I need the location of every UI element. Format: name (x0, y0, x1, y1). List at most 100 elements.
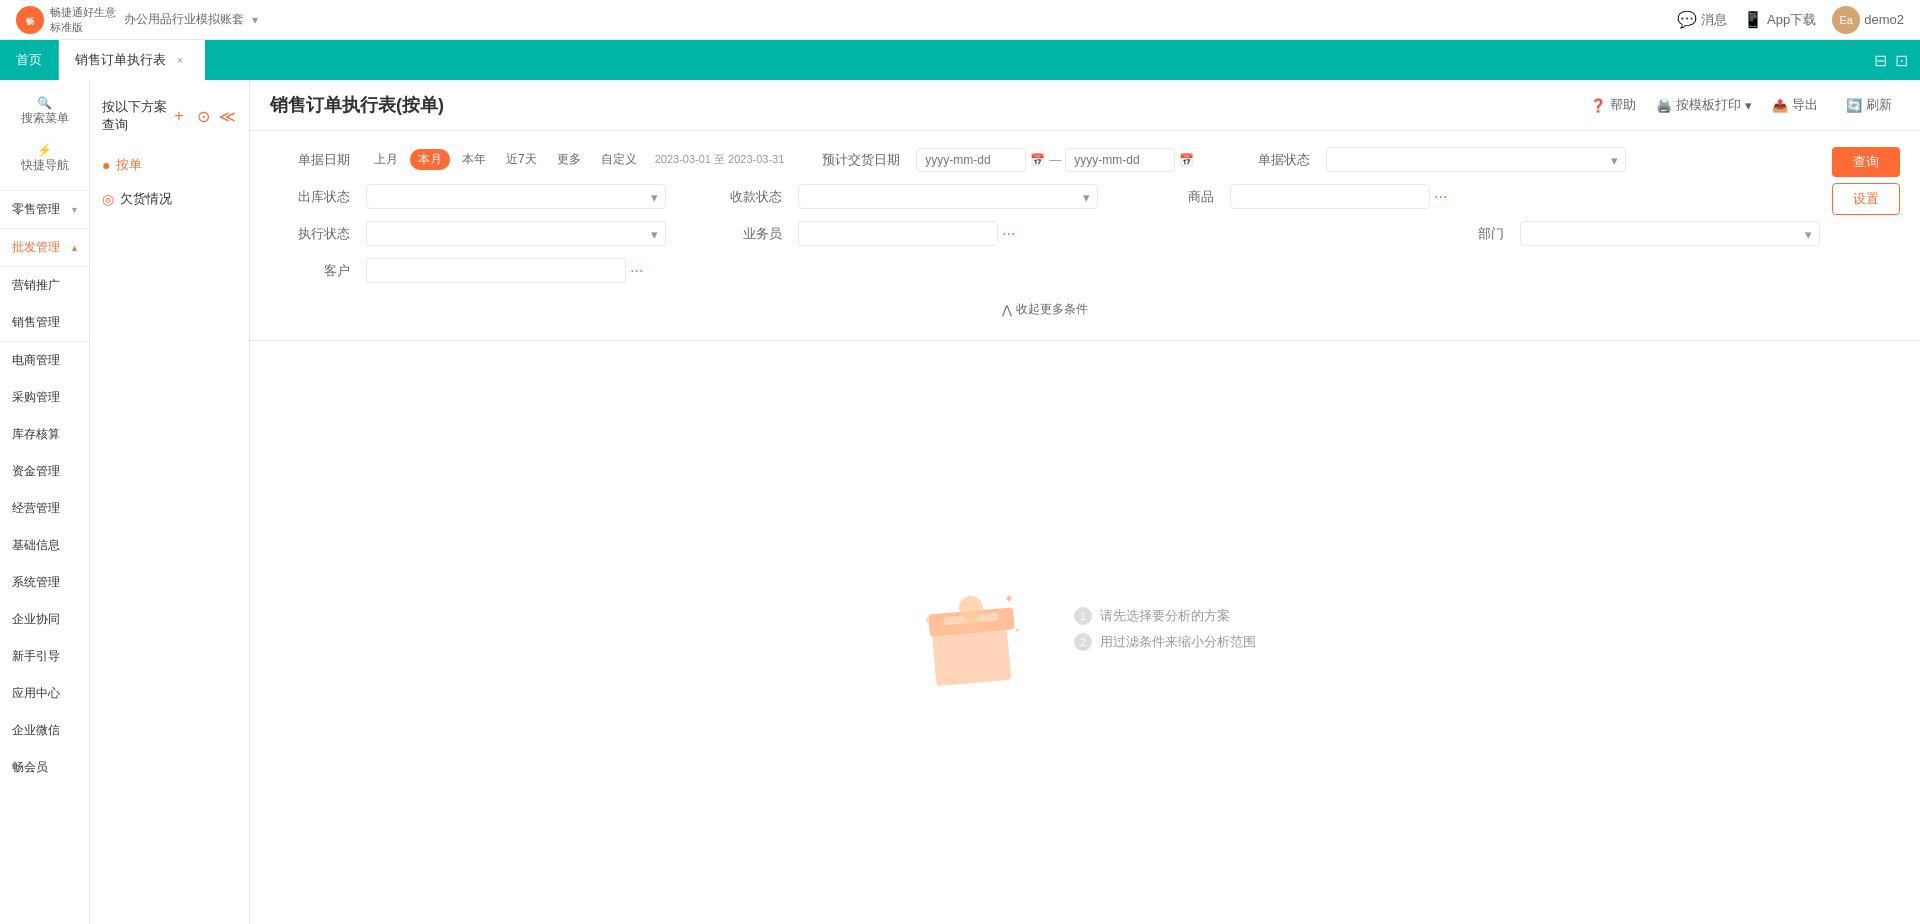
payment-status-select[interactable] (798, 184, 1098, 209)
header-right: 💬 消息 📱 App下载 Ea demo2 (1677, 6, 1904, 34)
scheme-icon-shortage: ◎ (102, 191, 114, 207)
date-range-text: 2023-03-01 至 2023-03-31 (655, 152, 785, 167)
sidebar-item-newuser[interactable]: 新手引导 (0, 638, 89, 675)
sidebar-item-enterprise[interactable]: 企业协同 (0, 601, 89, 638)
sidebar-item-sales[interactable]: 销售管理 (0, 304, 89, 341)
collapse-icon: ⋀ (1002, 303, 1012, 317)
help-icon: ❓ (1590, 98, 1606, 113)
delivery-status-wrapper (366, 184, 666, 209)
print-icon: 🖨️ (1656, 98, 1672, 113)
sidebar-item-system[interactable]: 系统管理 (0, 564, 89, 601)
hint-1: 1 请先选择要分析的方案 (1074, 607, 1256, 625)
sidebar-item-appcenter[interactable]: 应用中心 (0, 675, 89, 712)
department-label: 部门 (1424, 225, 1504, 243)
svg-text:✦: ✦ (1014, 626, 1021, 635)
goods-input[interactable] (1230, 184, 1430, 209)
empty-state: ✦ ✦ ✦ 1 请先选择要分析的 (914, 573, 1256, 693)
collapse-row: ⋀ 收起更多条件 (270, 295, 1820, 324)
right-content: 销售订单执行表(按单) ❓ 帮助 🖨️ 按模板打印 ▾ 📤 (250, 80, 1920, 924)
scheme-item-order[interactable]: ● 按单 (90, 148, 249, 182)
customer-input[interactable] (366, 258, 626, 283)
exec-status-label: 执行状态 (270, 225, 350, 243)
help-btn[interactable]: ❓ 帮助 (1582, 92, 1644, 118)
date-tab-custom[interactable]: 自定义 (593, 149, 645, 170)
status-select[interactable] (1326, 147, 1626, 172)
expected-date-to[interactable] (1065, 148, 1175, 172)
add-scheme-btn[interactable]: + (169, 106, 189, 126)
minimize-btn[interactable]: ⊟ (1874, 51, 1887, 70)
page-header-actions: ❓ 帮助 🖨️ 按模板打印 ▾ 📤 导出 � (1582, 92, 1900, 118)
query-btn[interactable]: 查询 (1832, 147, 1900, 177)
exec-status-select[interactable] (366, 221, 666, 246)
page-title: 销售订单执行表(按单) (270, 93, 444, 117)
goods-more-btn[interactable]: ··· (1434, 188, 1447, 206)
refresh-scheme-btn[interactable]: ⊙ (193, 106, 213, 126)
salesperson-more-btn[interactable]: ··· (1002, 225, 1015, 243)
sidebar-item-marketing[interactable]: 营销推广 (0, 267, 89, 304)
sidebar-section-marketing: 营销推广 销售管理 (0, 267, 89, 342)
refresh-btn[interactable]: 🔄 刷新 (1838, 92, 1900, 118)
collapse-more-btn[interactable]: ⋀ 收起更多条件 (1002, 301, 1088, 318)
user-area[interactable]: Ea demo2 (1832, 6, 1904, 34)
page-layout: 按以下方案查询 + ⊙ ≪ ● 按单 ◎ 欠货情况 (90, 80, 1920, 924)
filter-row-4: 客户 ··· (270, 258, 1820, 283)
sidebar-item-member[interactable]: 畅会员 (0, 749, 89, 786)
scheme-icon-order: ● (102, 157, 110, 173)
filter-main: 单据日期 上月 本月 本年 近7天 更多 自定义 (270, 147, 1900, 324)
export-btn[interactable]: 📤 导出 (1764, 92, 1826, 118)
filter-row-3: 执行状态 业务员 ··· (270, 221, 1820, 246)
sidebar-item-purchase[interactable]: 采购管理 (0, 379, 89, 416)
settings-btn[interactable]: 设置 (1832, 183, 1900, 215)
filter-area: 单据日期 上月 本月 本年 近7天 更多 自定义 (250, 131, 1920, 341)
date-tab-last-month[interactable]: 上月 (366, 149, 406, 170)
maximize-btn[interactable]: ⊡ (1895, 51, 1908, 70)
tab-actions: ⊟ ⊡ (1862, 40, 1920, 80)
sidebar-section-retail: 零售管理 ▾ (0, 191, 89, 229)
date-tab-more[interactable]: 更多 (549, 149, 589, 170)
date-tab-this-month[interactable]: 本月 (410, 149, 450, 170)
collapse-panel-btn[interactable]: ≪ (217, 106, 237, 126)
sidebar-item-basic-info[interactable]: 基础信息 (0, 527, 89, 564)
delivery-status-select[interactable] (366, 184, 666, 209)
sidebar-item-wholesale[interactable]: 批发管理 ▴ (0, 229, 89, 266)
sidebar-item-finance[interactable]: 资金管理 (0, 453, 89, 490)
scheme-item-shortage[interactable]: ◎ 欠货情况 (90, 182, 249, 216)
date-tab-7days[interactable]: 近7天 (498, 149, 545, 170)
app-dropdown-btn[interactable]: ▾ (252, 13, 258, 27)
salesperson-input[interactable] (798, 221, 998, 246)
sidebar-item-retail[interactable]: 零售管理 ▾ (0, 191, 89, 228)
status-label: 单据状态 (1230, 151, 1310, 169)
date-tab-this-year[interactable]: 本年 (454, 149, 494, 170)
tab-bar: 首页 销售订单执行表 × ⊟ ⊡ (0, 40, 1920, 80)
sidebar-search[interactable]: 🔍 搜索菜单 (0, 88, 89, 135)
sidebar-quick-nav[interactable]: ⚡ 快捷导航 (0, 135, 89, 182)
customer-wrapper: ··· (366, 258, 666, 283)
sidebar-item-inventory[interactable]: 库存核算 (0, 416, 89, 453)
customer-label: 客户 (270, 262, 350, 280)
sidebar: 🔍 搜索菜单 ⚡ 快捷导航 零售管理 ▾ 批发管理 ▴ 营销推广 (0, 80, 90, 924)
message-action[interactable]: 💬 消息 (1677, 10, 1727, 29)
logo-text: 畅捷通好生意 标准版 (50, 5, 116, 34)
customer-more-btn[interactable]: ··· (630, 262, 643, 280)
tab-close-btn[interactable]: × (172, 52, 188, 68)
sidebar-item-wechat[interactable]: 企业微信 (0, 712, 89, 749)
department-select[interactable] (1520, 221, 1820, 246)
sidebar-top: 🔍 搜索菜单 ⚡ 快捷导航 (0, 80, 89, 191)
sidebar-item-ecommerce[interactable]: 电商管理 (0, 342, 89, 379)
payment-status-label: 收款状态 (702, 188, 782, 206)
calendar-to-icon[interactable]: 📅 (1179, 153, 1194, 167)
sidebar-item-operations[interactable]: 经营管理 (0, 490, 89, 527)
tab-spacer (205, 40, 1862, 80)
date-tabs: 上月 本月 本年 近7天 更多 自定义 (366, 149, 645, 170)
left-panel-title: 按以下方案查询 (102, 98, 169, 134)
tab-home[interactable]: 首页 (0, 40, 59, 80)
tab-active[interactable]: 销售订单执行表 × (59, 40, 205, 80)
app-download-action[interactable]: 📱 App下载 (1743, 10, 1816, 29)
print-btn[interactable]: 🖨️ 按模板打印 ▾ (1656, 96, 1752, 114)
exec-status-wrapper (366, 221, 666, 246)
expected-date-from[interactable] (916, 148, 1026, 172)
message-icon: 💬 (1677, 10, 1697, 29)
main-layout: 🔍 搜索菜单 ⚡ 快捷导航 零售管理 ▾ 批发管理 ▴ 营销推广 (0, 80, 1920, 924)
calendar-from-icon[interactable]: 📅 (1030, 153, 1045, 167)
page-header: 销售订单执行表(按单) ❓ 帮助 🖨️ 按模板打印 ▾ 📤 (250, 80, 1920, 131)
